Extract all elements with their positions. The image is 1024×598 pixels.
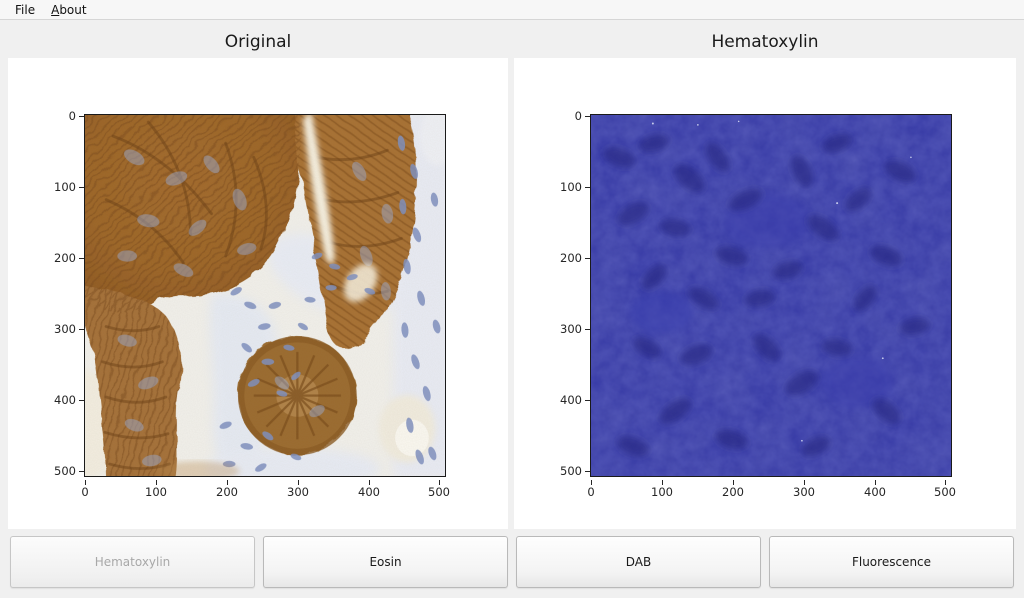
y-tick-label: 300 [54,322,76,336]
menubar: File About [0,0,1024,20]
y-tick-label: 0 [574,109,582,123]
x-tick-label: 100 [145,485,167,499]
x-tick-label: 300 [287,485,309,499]
y-tick-label: 0 [68,109,76,123]
fluorescence-button[interactable]: Fluorescence [769,536,1014,588]
original-plot-title: Original [224,32,292,52]
y-tick-label: 200 [560,251,582,265]
dab-button[interactable]: DAB [516,536,761,588]
x-tick-label: 400 [864,485,886,499]
original-image [84,114,446,477]
y-tick-label: 100 [54,180,76,194]
y-tick-label: 500 [560,464,582,478]
hematoxylin-button[interactable]: Hematoxylin [10,536,255,588]
y-tick-label: 500 [54,464,76,478]
y-tick-label: 300 [560,322,582,336]
x-tick-label: 300 [793,485,815,499]
y-tick-label: 400 [54,393,76,407]
x-tick-label: 400 [358,485,380,499]
app-window: File About Original Hematoxylin 0 100 20… [0,0,1024,598]
original-image-canvas [85,115,445,476]
x-tick-label: 0 [587,485,595,499]
eosin-button[interactable]: Eosin [263,536,508,588]
hematoxylin-plot-title: Hematoxylin [711,32,819,52]
hematoxylin-image [590,114,952,477]
x-tick-label: 500 [934,485,956,499]
hematoxylin-image-canvas [591,115,951,476]
y-tick-label: 200 [54,251,76,265]
x-tick-label: 0 [81,485,89,499]
x-tick-label: 500 [428,485,450,499]
y-tick-label: 100 [560,180,582,194]
menu-about[interactable]: About [44,2,94,18]
x-tick-label: 200 [216,485,238,499]
x-tick-label: 200 [722,485,744,499]
x-tick-label: 100 [651,485,673,499]
menu-file[interactable]: File [8,2,42,18]
y-tick-label: 400 [560,393,582,407]
